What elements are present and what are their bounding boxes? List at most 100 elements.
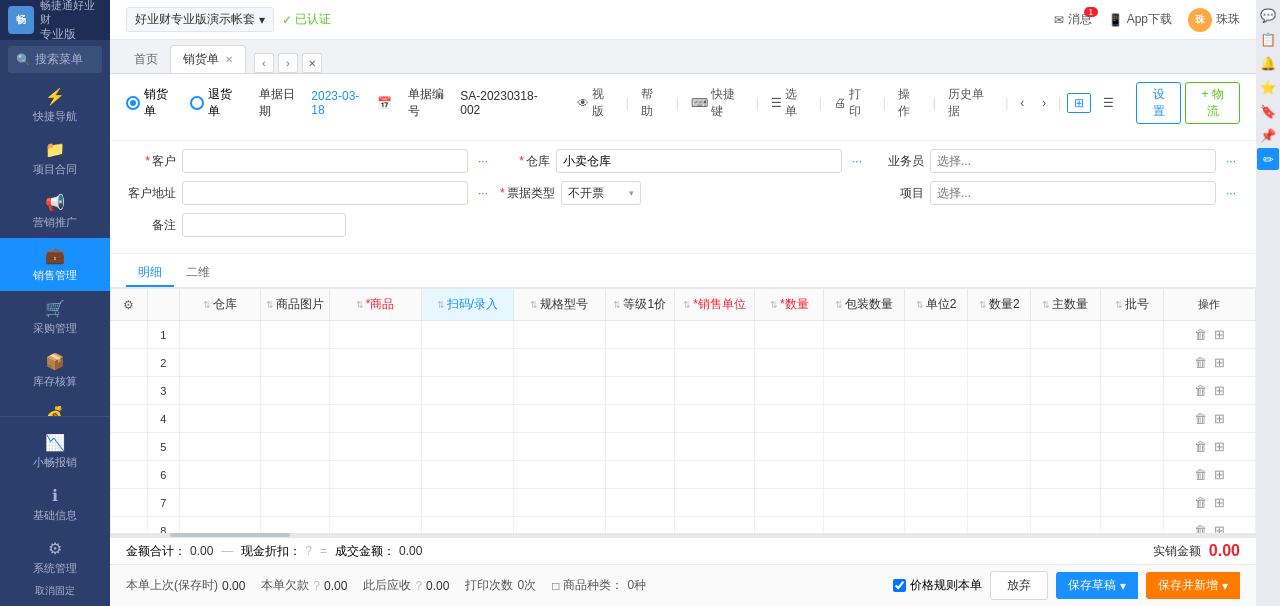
shortcut-btn[interactable]: ⌨ 快捷键	[685, 84, 750, 122]
row-qty2-8[interactable]	[968, 517, 1031, 534]
row-qty2-7[interactable]	[968, 489, 1031, 517]
tab-next-button[interactable]: ›	[278, 53, 298, 73]
scrollbar[interactable]	[110, 533, 1256, 537]
row-grade-3[interactable]	[605, 377, 674, 405]
receivable-help-icon[interactable]: ?	[415, 579, 422, 593]
row-goods-5[interactable]	[329, 433, 421, 461]
rp-btn-4[interactable]: ⭐	[1257, 76, 1279, 98]
address-select-btn[interactable]: ···	[474, 186, 492, 200]
notification-button[interactable]: ✉ 消息 1	[1054, 11, 1092, 28]
row-unit2-4[interactable]	[904, 405, 967, 433]
sidebar-item-purchase[interactable]: 🛒 采购管理	[0, 291, 110, 344]
row-qty2-4[interactable]	[968, 405, 1031, 433]
row-warehouse-6[interactable]	[180, 461, 261, 489]
row-unit2-6[interactable]	[904, 461, 967, 489]
customer-select-btn[interactable]: ···	[474, 154, 492, 168]
select-order-btn[interactable]: ☰ 选单	[765, 84, 813, 122]
row-batch-7[interactable]	[1100, 489, 1163, 517]
row-import-5[interactable]	[421, 433, 513, 461]
row-pkgqty-4[interactable]	[824, 405, 905, 433]
setup-button[interactable]: 设置	[1136, 82, 1181, 124]
staff-select-btn[interactable]: ···	[1222, 154, 1240, 168]
sidebar-item-sales[interactable]: 💼 销售管理	[0, 238, 110, 291]
row-import-1[interactable]	[421, 321, 513, 349]
row-copy-8[interactable]: ⊞	[1212, 523, 1227, 533]
view-btn[interactable]: 👁 视版	[571, 84, 620, 122]
customer-input[interactable]	[182, 149, 468, 173]
sidebar-item-marketing[interactable]: 📢 营销推广	[0, 185, 110, 238]
row-spec-5[interactable]	[513, 433, 605, 461]
row-spec-6[interactable]	[513, 461, 605, 489]
row-grade-7[interactable]	[605, 489, 674, 517]
row-unit-7[interactable]	[674, 489, 755, 517]
search-menu-button[interactable]: 🔍 搜索菜单	[8, 46, 102, 73]
row-spec-4[interactable]	[513, 405, 605, 433]
return-radio[interactable]: 退货单	[190, 86, 242, 120]
rp-btn-3[interactable]: 🔔	[1257, 52, 1279, 74]
rp-btn-1[interactable]: 💬	[1257, 4, 1279, 26]
row-batch-8[interactable]	[1100, 517, 1163, 534]
row-spec-1[interactable]	[513, 321, 605, 349]
row-mainqty-2[interactable]	[1031, 349, 1100, 377]
save-draft-button[interactable]: 保存草稿 ▾	[1056, 572, 1138, 599]
row-unit-8[interactable]	[674, 517, 755, 534]
row-image-7[interactable]	[260, 489, 329, 517]
abandon-button[interactable]: 放弃	[990, 571, 1048, 600]
row-delete-4[interactable]: 🗑	[1192, 411, 1209, 426]
prev-doc-btn[interactable]: ‹	[1014, 94, 1030, 112]
row-goods-2[interactable]	[329, 349, 421, 377]
user-area[interactable]: 珠 珠珠	[1188, 8, 1240, 32]
row-goods-4[interactable]	[329, 405, 421, 433]
company-selector[interactable]: 好业财专业版演示帐套 ▾	[126, 7, 274, 32]
row-goods-8[interactable]	[329, 517, 421, 534]
row-qty-4[interactable]	[755, 405, 824, 433]
row-spec-3[interactable]	[513, 377, 605, 405]
note-input[interactable]	[182, 213, 346, 237]
row-unit2-1[interactable]	[904, 321, 967, 349]
row-delete-3[interactable]: 🗑	[1192, 383, 1209, 398]
row-pkgqty-5[interactable]	[824, 433, 905, 461]
row-batch-3[interactable]	[1100, 377, 1163, 405]
help-btn[interactable]: 帮助	[635, 84, 670, 122]
row-copy-7[interactable]: ⊞	[1212, 495, 1227, 510]
row-mainqty-5[interactable]	[1031, 433, 1100, 461]
row-qty2-3[interactable]	[968, 377, 1031, 405]
row-unit2-2[interactable]	[904, 349, 967, 377]
row-copy-2[interactable]: ⊞	[1212, 355, 1227, 370]
sidebar-item-finance[interactable]: 💰 资金管理	[0, 397, 110, 416]
row-qty2-2[interactable]	[968, 349, 1031, 377]
row-image-6[interactable]	[260, 461, 329, 489]
row-pkgqty-6[interactable]	[824, 461, 905, 489]
row-unit-3[interactable]	[674, 377, 755, 405]
row-grade-6[interactable]	[605, 461, 674, 489]
price-rule-checkbox[interactable]: 价格规则本单	[893, 577, 982, 594]
row-pkgqty-7[interactable]	[824, 489, 905, 517]
rp-btn-2[interactable]: 📋	[1257, 28, 1279, 50]
row-mainqty-1[interactable]	[1031, 321, 1100, 349]
row-delete-6[interactable]: 🗑	[1192, 467, 1209, 482]
row-qty2-5[interactable]	[968, 433, 1031, 461]
row-warehouse-5[interactable]	[180, 433, 261, 461]
sidebar-item-quick-nav[interactable]: ⚡ 快捷导航	[0, 79, 110, 132]
row-delete-5[interactable]: 🗑	[1192, 439, 1209, 454]
row-unit-6[interactable]	[674, 461, 755, 489]
row-unit2-8[interactable]	[904, 517, 967, 534]
row-grade-5[interactable]	[605, 433, 674, 461]
row-import-8[interactable]	[421, 517, 513, 534]
row-batch-6[interactable]	[1100, 461, 1163, 489]
row-delete-1[interactable]: 🗑	[1192, 327, 1209, 342]
sidebar-item-expense[interactable]: 📉 小畅报销	[8, 425, 102, 478]
address-input[interactable]	[182, 181, 468, 205]
addline-button[interactable]: + 物流	[1185, 82, 1240, 124]
row-goods-7[interactable]	[329, 489, 421, 517]
row-qty-3[interactable]	[755, 377, 824, 405]
row-pkgqty-8[interactable]	[824, 517, 905, 534]
row-mainqty-3[interactable]	[1031, 377, 1100, 405]
warehouse-input[interactable]	[556, 149, 842, 173]
settings-icon[interactable]: ⚙	[123, 298, 134, 312]
save-new-button[interactable]: 保存并新增 ▾	[1146, 572, 1240, 599]
row-unit-4[interactable]	[674, 405, 755, 433]
row-import-3[interactable]	[421, 377, 513, 405]
th-settings[interactable]: ⚙	[111, 289, 148, 321]
grid-view-btn[interactable]: ⊞	[1067, 93, 1091, 113]
